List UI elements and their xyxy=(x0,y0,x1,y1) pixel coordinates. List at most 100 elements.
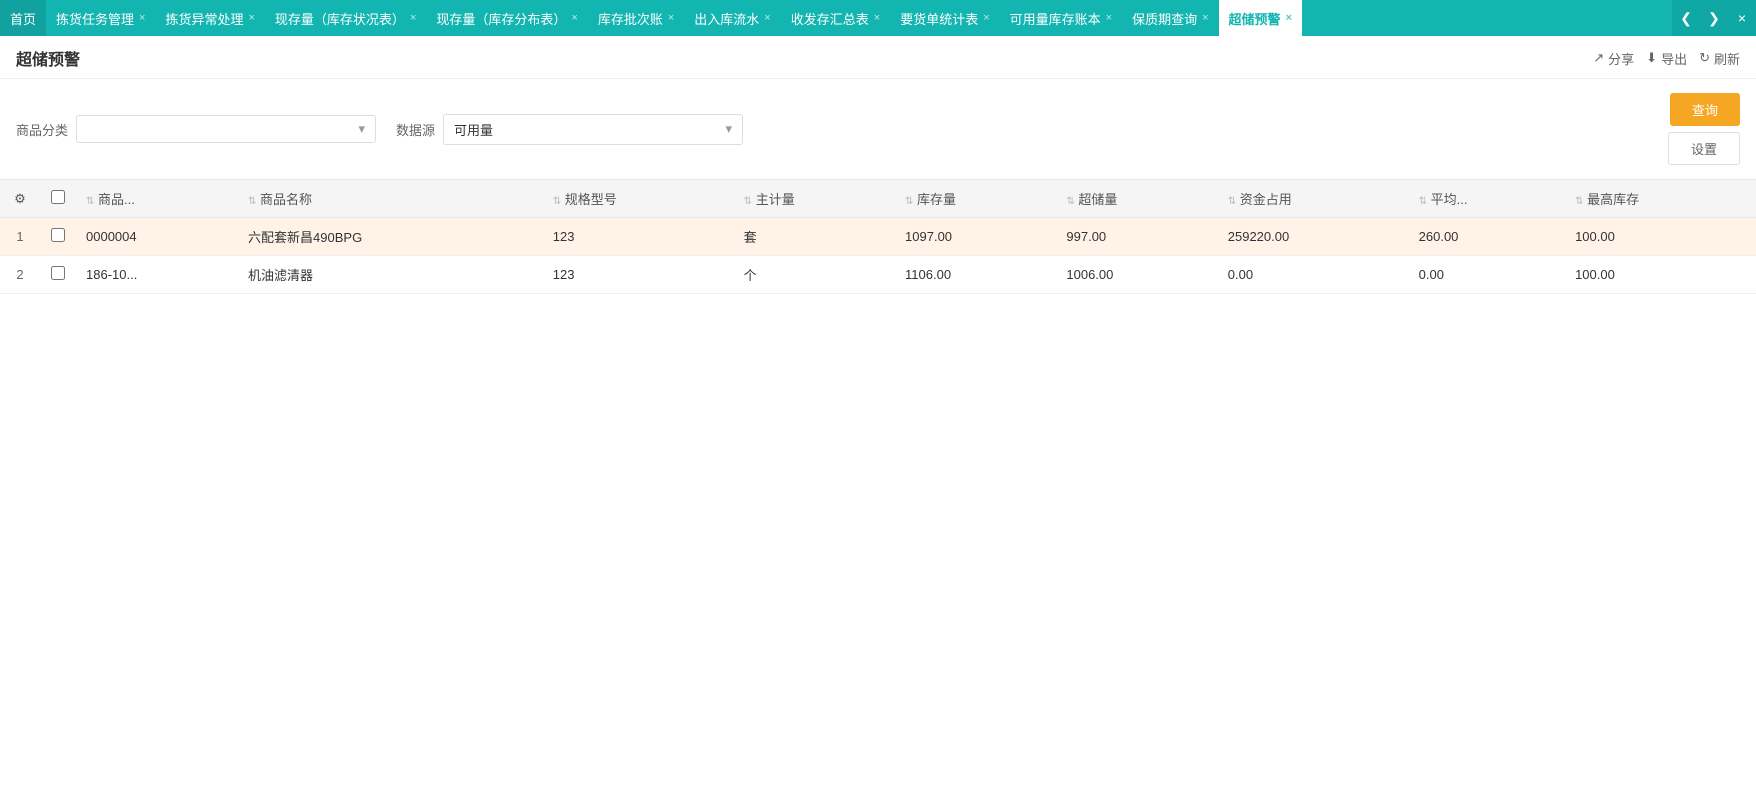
sort-icon-max: ⇅ xyxy=(1575,196,1583,207)
row-name: 机油滤清器 xyxy=(238,256,543,294)
row-overstock: 997.00 xyxy=(1056,218,1217,256)
row-capital: 259220.00 xyxy=(1218,218,1409,256)
row-overstock: 1006.00 xyxy=(1056,256,1217,294)
nav-next-button[interactable]: ❯ xyxy=(1700,0,1728,36)
close-inventory-status-icon[interactable]: × xyxy=(410,12,416,24)
close-task-icon[interactable]: × xyxy=(139,12,145,24)
settings-button[interactable]: 设置 xyxy=(1668,132,1740,165)
close-collect-icon[interactable]: × xyxy=(874,12,880,24)
sort-icon-capital: ⇅ xyxy=(1228,196,1236,207)
sort-icon-overstock: ⇅ xyxy=(1066,196,1074,207)
datasource-select[interactable]: 可用量 ▾ xyxy=(443,114,743,145)
col-stock-header[interactable]: ⇅ 库存量 xyxy=(895,180,1056,218)
row-max: 100.00 xyxy=(1565,218,1756,256)
sort-icon-name: ⇅ xyxy=(248,196,256,207)
row-code: 0000004 xyxy=(76,218,238,256)
row-checkbox[interactable] xyxy=(51,228,65,242)
nav-task[interactable]: 拣货任务管理 × xyxy=(46,0,155,36)
share-icon: ↗ xyxy=(1593,50,1604,66)
category-filter: 商品分类 ▾ xyxy=(16,115,376,143)
sort-icon-spec: ⇅ xyxy=(553,196,561,207)
close-exception-icon[interactable]: × xyxy=(248,12,254,24)
refresh-button[interactable]: ↻ 刷新 xyxy=(1699,49,1740,68)
export-button[interactable]: ⬇ 导出 xyxy=(1646,49,1687,68)
nav-inventory-status[interactable]: 现存量（库存状况表） × xyxy=(265,0,426,36)
close-quality-icon[interactable]: × xyxy=(1202,12,1208,24)
filter-row: 商品分类 ▾ 数据源 可用量 ▾ 查询 设置 xyxy=(0,79,1756,179)
nav-overstock[interactable]: 超储预警 × xyxy=(1219,0,1302,36)
select-all-cell[interactable] xyxy=(40,180,76,218)
datasource-label: 数据源 xyxy=(396,120,435,139)
table-row: 2 186-10... 机油滤清器 123 个 1106.00 1006.00 … xyxy=(0,256,1756,294)
col-capital-header[interactable]: ⇅ 资金占用 xyxy=(1218,180,1409,218)
close-batch-icon[interactable]: × xyxy=(668,12,674,24)
table-header-row: ⚙ ⇅ 商品... ⇅ 商品名称 ⇅ 规格型号 ⇅ xyxy=(0,180,1756,218)
nav-quality[interactable]: 保质期查询 × xyxy=(1122,0,1218,36)
category-select[interactable]: ▾ xyxy=(76,115,376,143)
sort-icon-stock: ⇅ xyxy=(905,196,913,207)
nav-inout[interactable]: 出入库流水 × xyxy=(684,0,780,36)
sort-icon-code: ⇅ xyxy=(86,196,94,207)
col-avg-header[interactable]: ⇅ 平均... xyxy=(1409,180,1565,218)
share-button[interactable]: ↗ 分享 xyxy=(1593,49,1634,68)
page-title: 超储预警 xyxy=(16,46,80,70)
row-max: 100.00 xyxy=(1565,256,1756,294)
row-spec: 123 xyxy=(543,218,734,256)
datasource-value: 可用量 xyxy=(454,120,493,139)
nav-exception[interactable]: 拣货异常处理 × xyxy=(155,0,264,36)
row-stock: 1097.00 xyxy=(895,218,1056,256)
category-dropdown-icon: ▾ xyxy=(358,121,365,137)
settings-column-header[interactable]: ⚙ xyxy=(0,180,40,218)
row-unit: 个 xyxy=(734,256,895,294)
close-inventory-dist-icon[interactable]: × xyxy=(571,12,577,24)
nav-close-all-button[interactable]: × xyxy=(1728,0,1756,36)
col-code-header[interactable]: ⇅ 商品... xyxy=(76,180,238,218)
col-max-header[interactable]: ⇅ 最高库存 xyxy=(1565,180,1756,218)
nav-available[interactable]: 可用量库存账本 × xyxy=(1000,0,1122,36)
query-button[interactable]: 查询 xyxy=(1670,93,1740,126)
sort-icon-unit: ⇅ xyxy=(744,196,752,207)
row-avg: 260.00 xyxy=(1409,218,1565,256)
col-name-header[interactable]: ⇅ 商品名称 xyxy=(238,180,543,218)
datasource-dropdown-icon: ▾ xyxy=(726,121,733,137)
nav-inventory-dist[interactable]: 现存量（库存分布表） × xyxy=(426,0,587,36)
overstock-table: ⚙ ⇅ 商品... ⇅ 商品名称 ⇅ 规格型号 ⇅ xyxy=(0,179,1756,294)
top-navigation: 首页 拣货任务管理 × 拣货异常处理 × 现存量（库存状况表） × 现存量（库存… xyxy=(0,0,1756,36)
row-unit: 套 xyxy=(734,218,895,256)
row-seq: 1 xyxy=(0,218,40,256)
row-name: 六配套新昌490BPG xyxy=(238,218,543,256)
datasource-filter: 数据源 可用量 ▾ xyxy=(396,114,743,145)
row-capital: 0.00 xyxy=(1218,256,1409,294)
refresh-icon: ↻ xyxy=(1699,50,1710,66)
row-checkbox-cell[interactable] xyxy=(40,218,76,256)
close-order-stat-icon[interactable]: × xyxy=(983,12,989,24)
select-all-checkbox[interactable] xyxy=(51,190,65,204)
col-unit-header[interactable]: ⇅ 主计量 xyxy=(734,180,895,218)
row-spec: 123 xyxy=(543,256,734,294)
nav-batch[interactable]: 库存批次账 × xyxy=(588,0,684,36)
nav-prev-button[interactable]: ❮ xyxy=(1672,0,1700,36)
row-stock: 1106.00 xyxy=(895,256,1056,294)
nav-order-stat[interactable]: 要货单统计表 × xyxy=(890,0,999,36)
close-inout-icon[interactable]: × xyxy=(764,12,770,24)
sort-icon-avg: ⇅ xyxy=(1419,196,1427,207)
gear-icon: ⚙ xyxy=(14,191,26,206)
row-code: 186-10... xyxy=(76,256,238,294)
table-row: 1 0000004 六配套新昌490BPG 123 套 1097.00 997.… xyxy=(0,218,1756,256)
row-checkbox[interactable] xyxy=(51,266,65,280)
close-overstock-icon[interactable]: × xyxy=(1286,12,1292,24)
col-overstock-header[interactable]: ⇅ 超储量 xyxy=(1056,180,1217,218)
table-container: ⚙ ⇅ 商品... ⇅ 商品名称 ⇅ 规格型号 ⇅ xyxy=(0,179,1756,294)
page-header: 超储预警 ↗ 分享 ⬇ 导出 ↻ 刷新 xyxy=(0,36,1756,79)
row-seq: 2 xyxy=(0,256,40,294)
header-actions: ↗ 分享 ⬇ 导出 ↻ 刷新 xyxy=(1593,49,1740,68)
col-spec-header[interactable]: ⇅ 规格型号 xyxy=(543,180,734,218)
close-available-icon[interactable]: × xyxy=(1106,12,1112,24)
nav-collect[interactable]: 收发存汇总表 × xyxy=(781,0,890,36)
action-buttons: 查询 设置 xyxy=(1668,93,1740,165)
nav-home[interactable]: 首页 xyxy=(0,0,46,36)
row-checkbox-cell[interactable] xyxy=(40,256,76,294)
table-body: 1 0000004 六配套新昌490BPG 123 套 1097.00 997.… xyxy=(0,218,1756,294)
row-avg: 0.00 xyxy=(1409,256,1565,294)
nav-arrows: ❮ ❯ × xyxy=(1672,0,1756,36)
